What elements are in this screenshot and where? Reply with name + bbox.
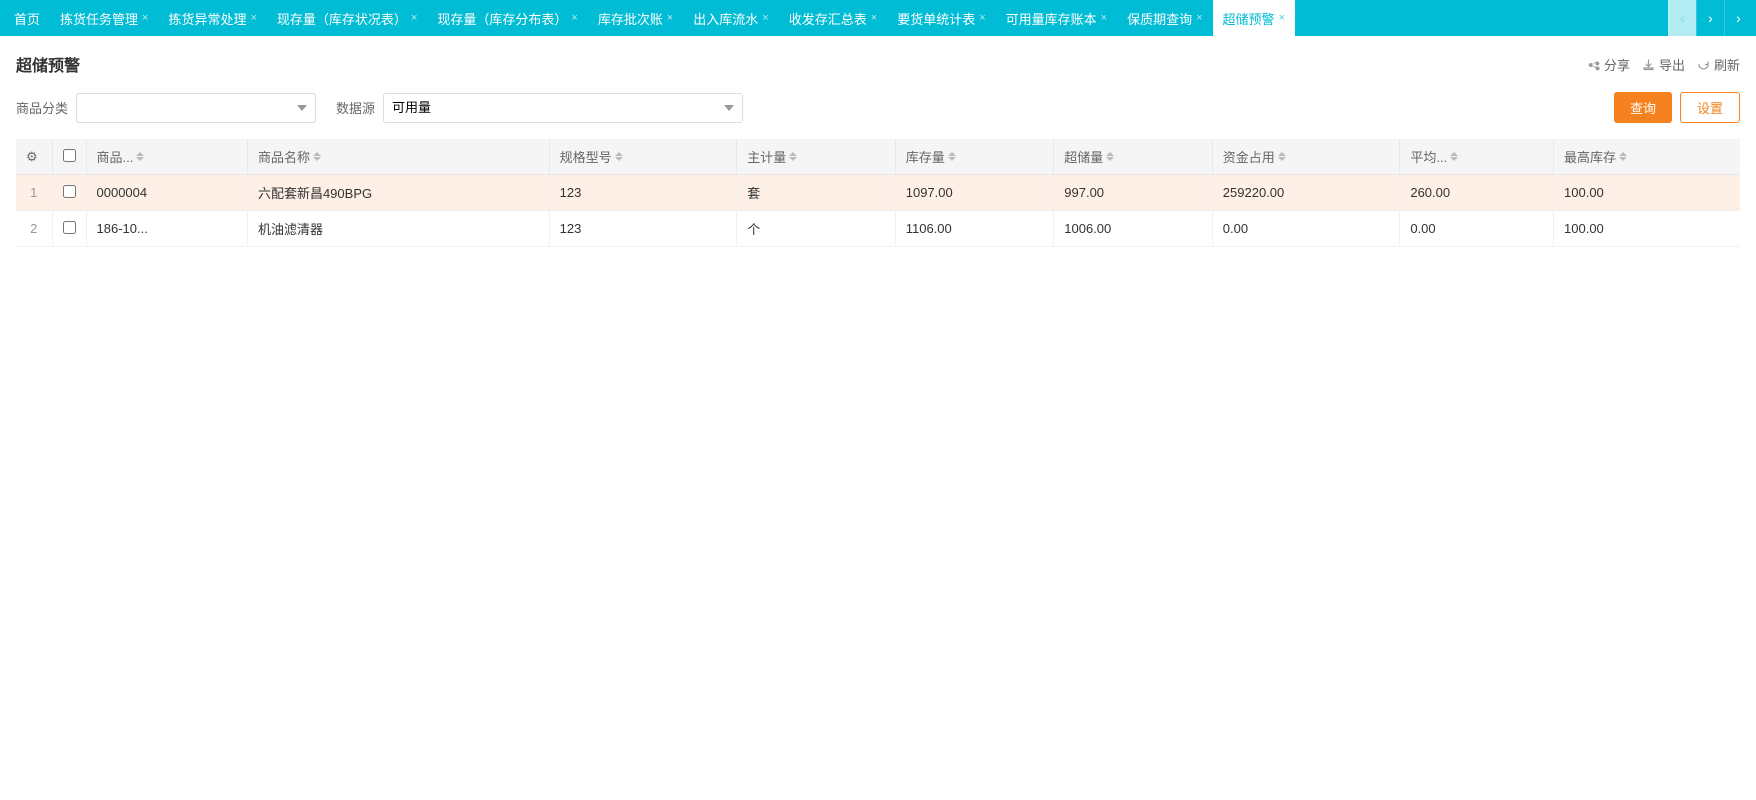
select-all-checkbox[interactable] [63,149,76,162]
row-checkbox-cell[interactable] [52,175,86,211]
th-spec[interactable]: 规格型号 [549,139,737,175]
th-product-name[interactable]: 商品名称 [247,139,549,175]
refresh-action[interactable]: 刷新 [1697,55,1740,74]
nav-arrow-group: ‹ › › [1668,0,1752,36]
th-avg[interactable]: 平均... [1400,139,1554,175]
nav-close-pick-abnormal[interactable]: × [250,12,256,24]
gear-icon: ⚙ [26,149,38,164]
datasource-label: 数据源 [336,98,375,117]
main-content: 超储预警 分享 导出 刷新 [0,36,1756,800]
sort-icon-capital [1278,152,1286,161]
data-table: ⚙ 商品... 商品名称 [16,139,1740,247]
nav-close-stock-dist[interactable]: × [571,12,577,24]
nav-shelf-life[interactable]: 保质期查询 × [1117,0,1212,36]
nav-close-overstock-warning[interactable]: × [1279,12,1285,24]
th-product-code[interactable]: 商品... [86,139,247,175]
nav-close-shelf-life[interactable]: × [1196,12,1202,24]
nav-close-pick-task[interactable]: × [142,12,148,24]
nav-more-button[interactable]: › [1724,0,1752,36]
row-checkbox-cell[interactable] [52,211,86,247]
sort-icon-max-stock [1619,152,1627,161]
cell-unit: 套 [737,175,896,211]
cell-max-stock: 100.00 [1554,211,1740,247]
nav-prev-button[interactable]: ‹ [1668,0,1696,36]
nav-receive-summary[interactable]: 收发存汇总表 × [779,0,887,36]
nav-available-account[interactable]: 可用量库存账本 × [996,0,1117,36]
category-label: 商品分类 [16,98,68,117]
nav-close-order-stats[interactable]: × [979,12,985,24]
row-number: 2 [16,211,52,247]
export-action[interactable]: 导出 [1642,55,1685,74]
share-icon [1587,58,1600,71]
th-gear[interactable]: ⚙ [16,139,52,175]
cell-avg: 0.00 [1400,211,1554,247]
nav-pick-abnormal[interactable]: 拣货异常处理 × [158,0,266,36]
th-checkbox[interactable] [52,139,86,175]
cell-stock: 1106.00 [895,211,1054,247]
nav-inout-flow[interactable]: 出入库流水 × [683,0,778,36]
cell-product-code: 186-10... [86,211,247,247]
sort-icon-product-code [136,152,144,161]
th-stock[interactable]: 库存量 [895,139,1054,175]
cell-max-stock: 100.00 [1554,175,1740,211]
cell-product-name: 机油滤清器 [247,211,549,247]
cell-product-code: 0000004 [86,175,247,211]
set-button[interactable]: 设置 [1680,92,1740,123]
cell-capital: 259220.00 [1212,175,1400,211]
th-overstock[interactable]: 超储量 [1054,139,1213,175]
page-header: 超储预警 分享 导出 刷新 [16,52,1740,76]
cell-unit: 个 [737,211,896,247]
cell-overstock: 997.00 [1054,175,1213,211]
filter-row: 商品分类 数据源 可用量 库存量 查询 设置 [16,92,1740,123]
nav-close-inout-flow[interactable]: × [762,12,768,24]
cell-product-name: 六配套新昌490BPG [247,175,549,211]
export-icon [1642,58,1655,71]
nav-stock-status[interactable]: 现存量（库存状况表） × [267,0,427,36]
row-number: 1 [16,175,52,211]
category-select[interactable] [76,93,316,123]
nav-order-stats[interactable]: 要货单统计表 × [887,0,995,36]
sort-icon-product-name [313,152,321,161]
row-checkbox[interactable] [63,221,76,234]
nav-home[interactable]: 首页 [4,0,50,36]
datasource-filter: 数据源 可用量 库存量 [336,93,743,123]
nav-close-available-account[interactable]: × [1101,12,1107,24]
th-max-stock[interactable]: 最高库存 [1554,139,1740,175]
datasource-select[interactable]: 可用量 库存量 [383,93,743,123]
table-row: 1 0000004 六配套新昌490BPG 123 套 1097.00 997.… [16,175,1740,211]
nav-batch-account[interactable]: 库存批次账 × [588,0,683,36]
sort-icon-stock [948,152,956,161]
table-row: 2 186-10... 机油滤清器 123 个 1106.00 1006.00 … [16,211,1740,247]
nav-next-button[interactable]: › [1696,0,1724,36]
nav-overstock-warning[interactable]: 超储预警 × [1213,0,1295,36]
cell-capital: 0.00 [1212,211,1400,247]
nav-close-stock-status[interactable]: × [411,12,417,24]
header-actions: 分享 导出 刷新 [1587,55,1740,74]
refresh-icon [1697,58,1710,71]
cell-overstock: 1006.00 [1054,211,1213,247]
query-button[interactable]: 查询 [1614,92,1672,123]
page-title: 超储预警 [16,52,80,76]
sort-icon-overstock [1106,152,1114,161]
row-checkbox[interactable] [63,185,76,198]
sort-icon-unit [789,152,797,161]
nav-close-receive-summary[interactable]: × [871,12,877,24]
th-capital[interactable]: 资金占用 [1212,139,1400,175]
cell-spec: 123 [549,175,737,211]
sort-icon-spec [615,152,623,161]
cell-spec: 123 [549,211,737,247]
share-action[interactable]: 分享 [1587,55,1630,74]
th-unit[interactable]: 主计量 [737,139,896,175]
nav-pick-task[interactable]: 拣货任务管理 × [50,0,158,36]
nav-stock-dist[interactable]: 现存量（库存分布表） × [427,0,587,36]
sort-icon-avg [1450,152,1458,161]
cell-avg: 260.00 [1400,175,1554,211]
top-navigation: 首页 拣货任务管理 × 拣货异常处理 × 现存量（库存状况表） × 现存量（库存… [0,0,1756,36]
category-filter: 商品分类 [16,93,316,123]
nav-close-batch-account[interactable]: × [667,12,673,24]
table-header-row: ⚙ 商品... 商品名称 [16,139,1740,175]
cell-stock: 1097.00 [895,175,1054,211]
